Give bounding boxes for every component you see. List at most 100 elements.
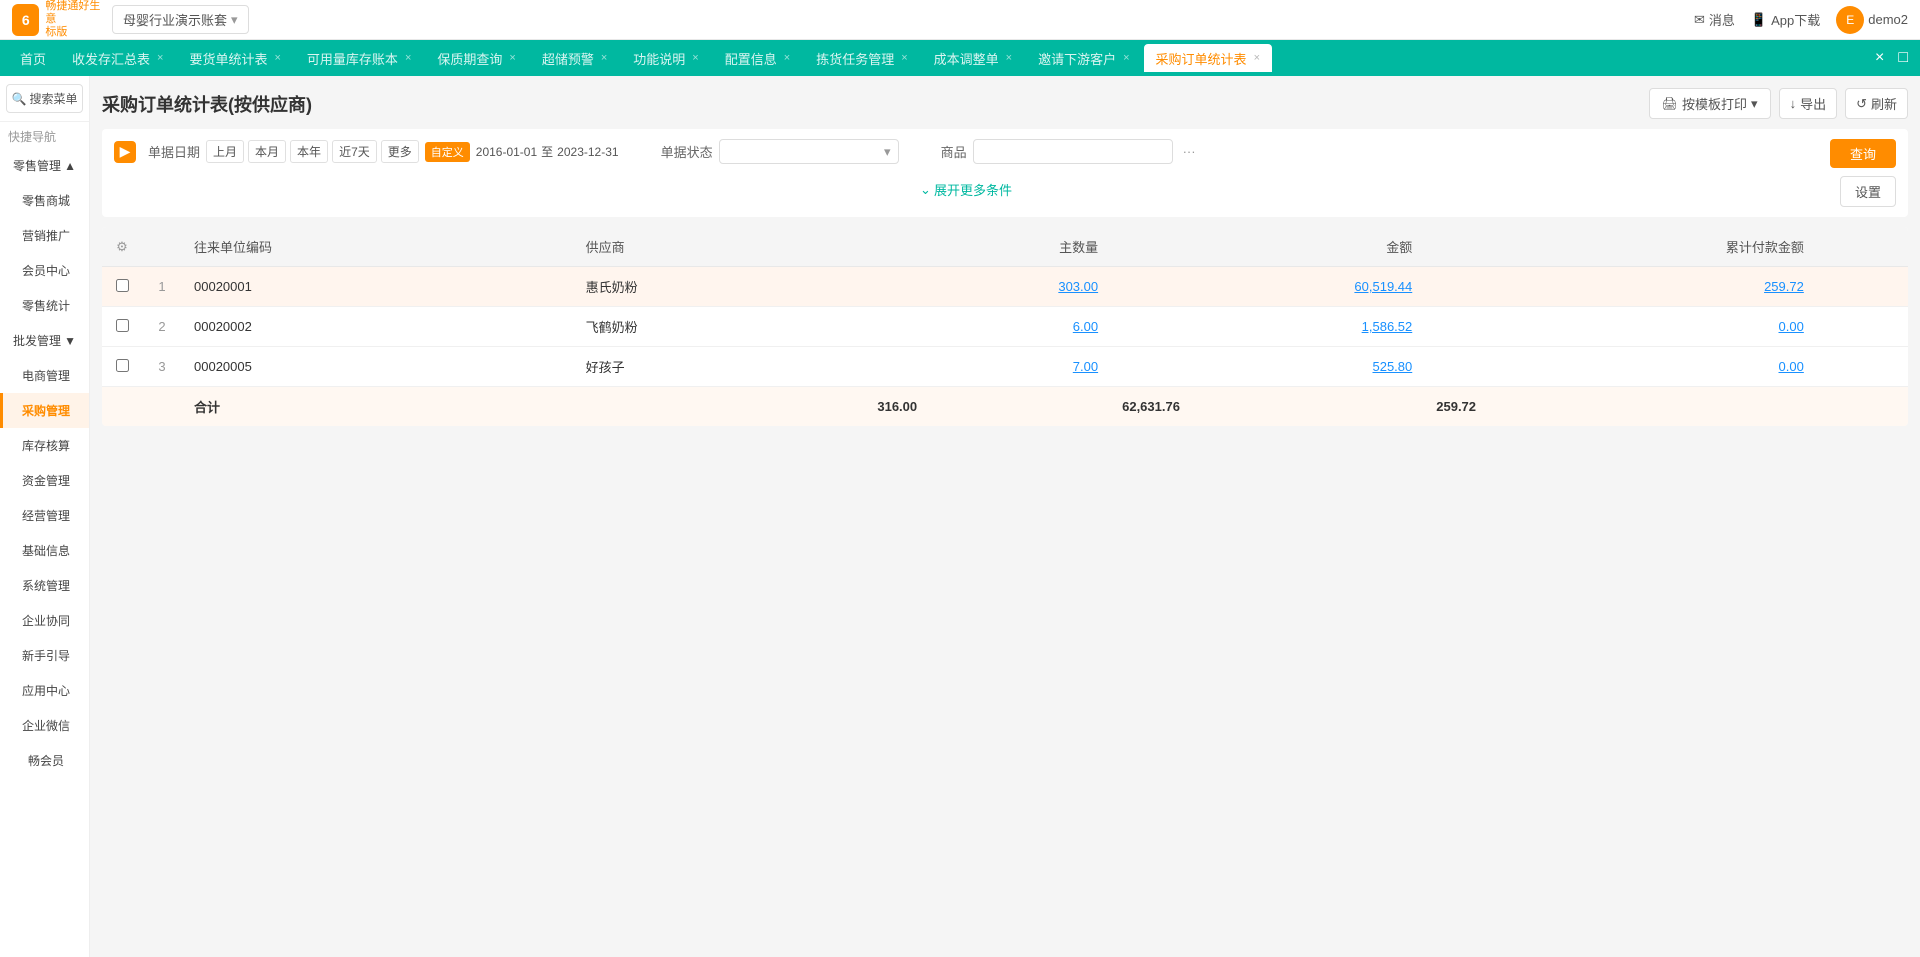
sidebar-item-purchase-mgmt[interactable]: 采购管理 [0,393,89,428]
sidebar-item-marketing[interactable]: 营销推广 [0,218,89,253]
chevron-down-icon: ▼ [64,334,76,348]
content-area: 采购订单统计表(按供应商) 🖨 按模板打印 ▾ ↓ 导出 ↺ 刷新 [90,76,1920,957]
tab-order-summary[interactable]: 要货单统计表 × [177,44,292,72]
print-button[interactable]: 🖨 按模板打印 ▾ [1649,88,1771,119]
date-shortcut-last-month[interactable]: 上月 [206,140,244,163]
tab-close-icon[interactable]: × [1254,52,1260,64]
tab-pick-task[interactable]: 拣货任务管理 × [804,44,919,72]
tab-close-icon[interactable]: × [901,52,907,64]
row-select-checkbox[interactable] [116,279,129,292]
tab-close-icon[interactable]: × [784,52,790,64]
col-paid-amount-header: 累计付款金额 [1424,227,1816,267]
row-checkbox[interactable] [102,347,142,387]
goods-ellipsis-button[interactable]: ··· [1179,144,1200,159]
refresh-icon: ↺ [1856,96,1867,112]
sidebar-item-member-center[interactable]: 会员中心 [0,253,89,288]
tab-overstock[interactable]: 超储预警 × [530,44,619,72]
tab-close-icon[interactable]: × [1123,52,1129,64]
page-header: 采购订单统计表(按供应商) 🖨 按模板打印 ▾ ↓ 导出 ↺ 刷新 [102,88,1908,119]
status-select[interactable] [719,139,899,164]
tab-close-icon[interactable]: × [157,52,163,64]
goods-input[interactable] [973,139,1173,164]
row-extra [1816,347,1908,387]
nav-close-button[interactable]: × [1871,47,1888,69]
expand-icon: ⌄ [920,182,931,198]
row-paid-amount[interactable]: 0.00 [1424,347,1816,387]
tab-close-icon[interactable]: × [405,52,411,64]
workspace-selector[interactable]: 母婴行业演示账套 ▾ [112,5,249,34]
tab-config-info[interactable]: 配置信息 × [713,44,802,72]
tab-cost-adjust[interactable]: 成本调整单 × [922,44,1024,72]
row-select-checkbox[interactable] [116,359,129,372]
sidebar-item-retail-stats[interactable]: 零售统计 [0,288,89,323]
goods-filter: 商品 ··· [941,139,1200,164]
sidebar-item-wholesale-mgmt[interactable]: 批发管理 ▼ [0,323,89,358]
sidebar-item-retail-shop[interactable]: 零售商城 [0,183,89,218]
col-extra-header [1816,227,1908,267]
sidebar-item-enterprise-wechat[interactable]: 企业微信 [0,708,89,743]
tab-shelf-life[interactable]: 保质期查询 × [425,44,527,72]
sidebar-item-basic-info[interactable]: 基础信息 [0,533,89,568]
date-shortcut-more[interactable]: 更多 [381,140,419,163]
sidebar-item-ecommerce-mgmt[interactable]: 电商管理 [0,358,89,393]
row-amount[interactable]: 1,586.52 [1110,307,1424,347]
sidebar-item-new-guide[interactable]: 新手引导 [0,638,89,673]
row-amount[interactable]: 60,519.44 [1110,267,1424,307]
sidebar-item-finance-mgmt[interactable]: 资金管理 [0,463,89,498]
tab-available-stock[interactable]: 可用量库存账本 × [295,44,423,72]
search-menu-button[interactable]: 🔍 搜索菜单 [6,84,83,113]
filter-bar: ▶ 单据日期 上月 本月 本年 近7天 更多 自定义 [102,129,1908,217]
filter-expand-row: ⌄ 展开更多条件 [114,176,1818,203]
export-button[interactable]: ↓ 导出 [1779,88,1838,119]
row-checkbox[interactable] [102,267,142,307]
col-main-qty-header: 主数量 [865,227,1110,267]
table-row: 2 00020002 飞鹤奶粉 6.00 1,586.52 0.00 [102,307,1908,347]
user-menu[interactable]: E demo2 [1836,6,1908,34]
sidebar-item-enterprise-collab[interactable]: 企业协同 [0,603,89,638]
sidebar-item-system-mgmt[interactable]: 系统管理 [0,568,89,603]
tab-purchase-summary[interactable]: 采购订单统计表 × [1144,44,1272,72]
refresh-button[interactable]: ↺ 刷新 [1845,88,1908,119]
tab-close-icon[interactable]: × [274,52,280,64]
table-row: 3 00020005 好孩子 7.00 525.80 0.00 [102,347,1908,387]
message-button[interactable]: ✉ 消息 [1694,10,1735,29]
logo-icon: 6 [12,4,39,36]
row-paid-amount[interactable]: 0.00 [1424,307,1816,347]
row-main-qty[interactable]: 6.00 [865,307,1110,347]
sidebar-item-app-center[interactable]: 应用中心 [0,673,89,708]
row-main-qty[interactable]: 303.00 [865,267,1110,307]
footer-paid-amount: 259.72 [1424,387,1816,427]
sidebar-item-retail-mgmt[interactable]: 零售管理 ▲ [0,148,89,183]
date-shortcuts: 上月 本月 本年 近7天 更多 [206,140,419,163]
date-shortcut-7days[interactable]: 近7天 [332,140,377,163]
tab-close-icon[interactable]: × [601,52,607,64]
column-settings-icon[interactable]: ⚙ [116,239,128,254]
row-amount[interactable]: 525.80 [1110,347,1424,387]
row-select-checkbox[interactable] [116,319,129,332]
settings-button[interactable]: 设置 [1840,176,1896,207]
footer-amount: 62,631.76 [1110,387,1424,427]
tab-invite-downstream[interactable]: 邀请下游客户 × [1026,44,1141,72]
tab-receive-summary[interactable]: 收发存汇总表 × [60,44,175,72]
nav-maximize-button[interactable]: □ [1894,47,1912,69]
tab-home[interactable]: 首页 [8,44,58,72]
tab-close-icon[interactable]: × [692,52,698,64]
row-paid-amount[interactable]: 259.72 [1424,267,1816,307]
top-bar: 6 畅捷通好生意 标版 母婴行业演示账套 ▾ ✉ 消息 📱 App下载 E de… [0,0,1920,40]
avatar: E [1836,6,1864,34]
query-button[interactable]: 查询 [1830,139,1896,168]
tab-close-icon[interactable]: × [509,52,515,64]
expand-more-button[interactable]: ⌄ 展开更多条件 [912,176,1020,203]
row-checkbox[interactable] [102,307,142,347]
tab-close-icon[interactable]: × [1006,52,1012,64]
app-download-button[interactable]: 📱 App下载 [1751,10,1820,29]
sidebar-item-ops-mgmt[interactable]: 经营管理 [0,498,89,533]
row-main-qty[interactable]: 7.00 [865,347,1110,387]
sidebar-item-vip-member[interactable]: 畅会员 [0,743,89,778]
sidebar-item-inventory-check[interactable]: 库存核算 [0,428,89,463]
date-shortcut-this-year[interactable]: 本年 [290,140,328,163]
workspace-dropdown-icon: ▾ [231,12,238,28]
date-shortcut-this-month[interactable]: 本月 [248,140,286,163]
tab-function-desc[interactable]: 功能说明 × [621,44,710,72]
filter-collapse-button[interactable]: ▶ [114,141,136,163]
